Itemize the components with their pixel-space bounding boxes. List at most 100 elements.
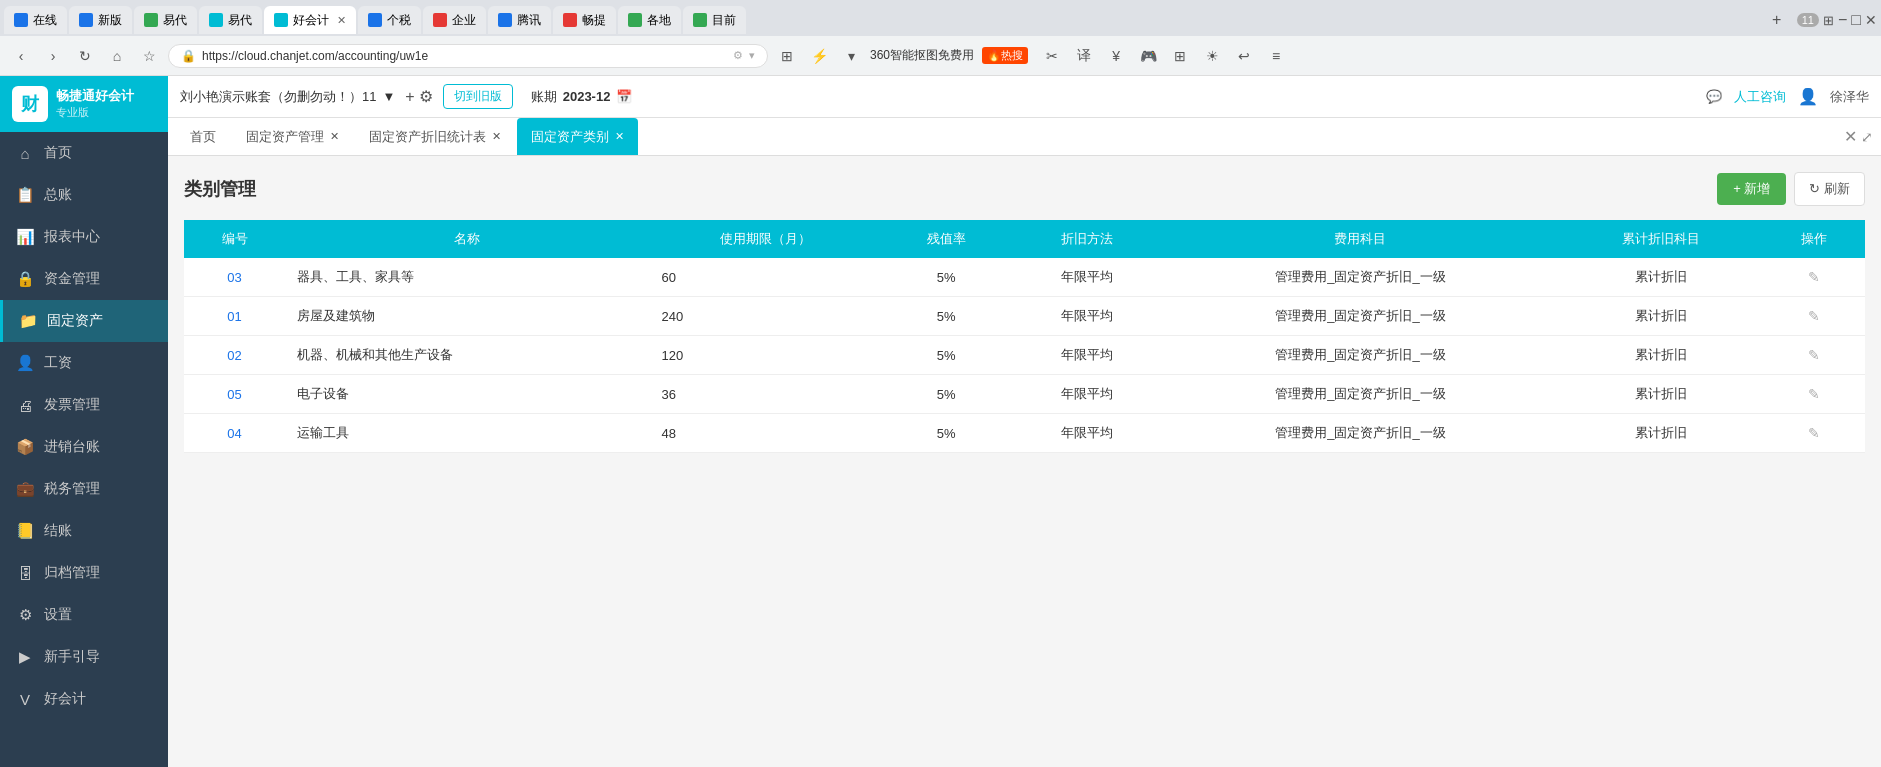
sidebar-item-总账[interactable]: 📋 总账 [0, 174, 168, 216]
sidebar-icon-4: 📁 [19, 312, 37, 330]
back-button[interactable]: ‹ [8, 43, 34, 69]
sidebar-item-进销台账[interactable]: 📦 进销台账 [0, 426, 168, 468]
browser-tab-10[interactable]: 目前 [683, 6, 746, 34]
bookmark-button[interactable]: ☆ [136, 43, 162, 69]
cell-period-4: 48 [650, 414, 883, 453]
code-link-0[interactable]: 03 [227, 270, 241, 285]
table-header-3: 残值率 [882, 220, 1010, 258]
expand-address-icon[interactable]: ▾ [749, 49, 755, 62]
edit-button-1[interactable]: ✎ [1808, 308, 1820, 324]
forward-button[interactable]: › [40, 43, 66, 69]
browser-tab-7[interactable]: 腾讯 [488, 6, 551, 34]
sidebar-item-结账[interactable]: 📒 结账 [0, 510, 168, 552]
code-link-1[interactable]: 01 [227, 309, 241, 324]
address-dropdown-icon[interactable]: ▾ [838, 43, 864, 69]
sidebar-item-设置[interactable]: ⚙ 设置 [0, 594, 168, 636]
logo-text: 畅捷通好会计 [56, 88, 134, 105]
hot-badge[interactable]: 🔥热搜 [982, 47, 1028, 64]
grid-icon[interactable]: ⊞ [1166, 42, 1194, 70]
games-icon[interactable]: 🎮 [1134, 42, 1162, 70]
content-tab-2[interactable]: 固定资产折旧统计表 ✕ [355, 118, 515, 155]
browser-tab-0[interactable]: 在线 [4, 6, 67, 34]
content-tab-1[interactable]: 固定资产管理 ✕ [232, 118, 353, 155]
cell-expense-0: 管理费用_固定资产折旧_一级 [1164, 258, 1558, 297]
content-tab-3[interactable]: 固定资产类别 ✕ [517, 118, 638, 155]
home-button[interactable]: ⌂ [104, 43, 130, 69]
add-account-icon[interactable]: + [405, 88, 414, 106]
tab-icon-3 [209, 13, 223, 27]
browser-tab-4[interactable]: 好会计 ✕ [264, 6, 356, 34]
browser-tab-9[interactable]: 各地 [618, 6, 681, 34]
browser-tab-6[interactable]: 企业 [423, 6, 486, 34]
close-content-tab-3[interactable]: ✕ [615, 130, 624, 143]
close-content-tab-1[interactable]: ✕ [330, 130, 339, 143]
settings-gear-icon[interactable]: ⚙ [419, 87, 433, 106]
edit-button-2[interactable]: ✎ [1808, 347, 1820, 363]
cell-action-4: ✎ [1764, 414, 1865, 453]
new-tab-button[interactable]: + [1763, 6, 1791, 34]
table-row: 01 房屋及建筑物 240 5% 年限平均 管理费用_固定资产折旧_一级 累计折… [184, 297, 1865, 336]
sidebar-item-发票管理[interactable]: 🖨 发票管理 [0, 384, 168, 426]
expand-panel-icon[interactable]: ⤢ [1861, 129, 1873, 145]
browser-tab-5[interactable]: 个税 [358, 6, 421, 34]
refresh-button[interactable]: ↻ 刷新 [1794, 172, 1865, 206]
close-tab-4[interactable]: ✕ [337, 14, 346, 27]
consult-label[interactable]: 人工咨询 [1734, 88, 1786, 106]
browser-tab-3[interactable]: 易代 [199, 6, 262, 34]
code-link-3[interactable]: 05 [227, 387, 241, 402]
content-tab-0[interactable]: 首页 [176, 118, 230, 155]
reload-button[interactable]: ↻ [72, 43, 98, 69]
address-bar[interactable]: 🔒 https://cloud.chanjet.com/accounting/u… [168, 44, 768, 68]
period-info: 账期 2023-12 📅 [531, 88, 633, 106]
undo-icon[interactable]: ↩ [1230, 42, 1258, 70]
browser-tab-2[interactable]: 易代 [134, 6, 197, 34]
code-link-4[interactable]: 04 [227, 426, 241, 441]
sidebar-item-报表中心[interactable]: 📊 报表中心 [0, 216, 168, 258]
tab-more-icon[interactable]: ⊞ [1823, 13, 1834, 28]
sidebar-item-新手引导[interactable]: ▶ 新手引导 [0, 636, 168, 678]
menu-icon[interactable]: ≡ [1262, 42, 1290, 70]
sidebar-item-首页[interactable]: ⌂ 首页 [0, 132, 168, 174]
sidebar-item-工资[interactable]: 👤 工资 [0, 342, 168, 384]
user-dropdown-icon[interactable]: ▼ [382, 89, 395, 104]
cell-acc-1: 累计折旧 [1557, 297, 1763, 336]
cell-code-2: 02 [184, 336, 285, 375]
sidebar-label-5: 工资 [44, 354, 152, 372]
wallet-icon[interactable]: ¥ [1102, 42, 1130, 70]
nav-right-buttons: ✂ 译 ¥ 🎮 ⊞ ☀ ↩ ≡ [1038, 42, 1290, 70]
nav-bar: ‹ › ↻ ⌂ ☆ 🔒 https://cloud.chanjet.com/ac… [0, 36, 1881, 76]
sidebar-item-税务管理[interactable]: 💼 税务管理 [0, 468, 168, 510]
translate-icon[interactable]: 译 [1070, 42, 1098, 70]
switch-version-button[interactable]: 切到旧版 [443, 84, 513, 109]
content-tab-label-2: 固定资产折旧统计表 [369, 128, 486, 146]
browser-tab-1[interactable]: 新版 [69, 6, 132, 34]
cell-acc-3: 累计折旧 [1557, 375, 1763, 414]
tab-icon-0 [14, 13, 28, 27]
tab-icon-4 [274, 13, 288, 27]
sidebar-item-资金管理[interactable]: 🔒 资金管理 [0, 258, 168, 300]
scissors-icon[interactable]: ✂ [1038, 42, 1066, 70]
code-link-2[interactable]: 02 [227, 348, 241, 363]
cell-acc-0: 累计折旧 [1557, 258, 1763, 297]
sidebar-label-9: 结账 [44, 522, 152, 540]
edit-button-0[interactable]: ✎ [1808, 269, 1820, 285]
brightness-icon[interactable]: ☀ [1198, 42, 1226, 70]
add-button[interactable]: + 新增 [1717, 173, 1786, 205]
calendar-icon[interactable]: 📅 [616, 89, 632, 104]
close-content-tab-2[interactable]: ✕ [492, 130, 501, 143]
tab-label-0: 在线 [33, 12, 57, 29]
browser-tab-8[interactable]: 畅提 [553, 6, 616, 34]
sidebar-item-好会计[interactable]: V 好会计 [0, 678, 168, 720]
edit-button-3[interactable]: ✎ [1808, 386, 1820, 402]
close-window-icon[interactable]: ✕ [1865, 12, 1877, 28]
minimize-icon[interactable]: − [1838, 11, 1847, 29]
sidebar: 财 畅捷通好会计 专业版 ⌂ 首页📋 总账📊 报表中心🔒 资金管理📁 固定资产👤… [0, 76, 168, 767]
sidebar-item-归档管理[interactable]: 🗄 归档管理 [0, 552, 168, 594]
cell-action-2: ✎ [1764, 336, 1865, 375]
maximize-icon[interactable]: □ [1851, 11, 1861, 29]
edit-button-4[interactable]: ✎ [1808, 425, 1820, 441]
extensions-icon[interactable]: ⊞ [774, 43, 800, 69]
sidebar-item-固定资产[interactable]: 📁 固定资产 [0, 300, 168, 342]
boost-icon[interactable]: ⚡ [806, 43, 832, 69]
close-panel-icon[interactable]: ✕ [1844, 127, 1857, 146]
